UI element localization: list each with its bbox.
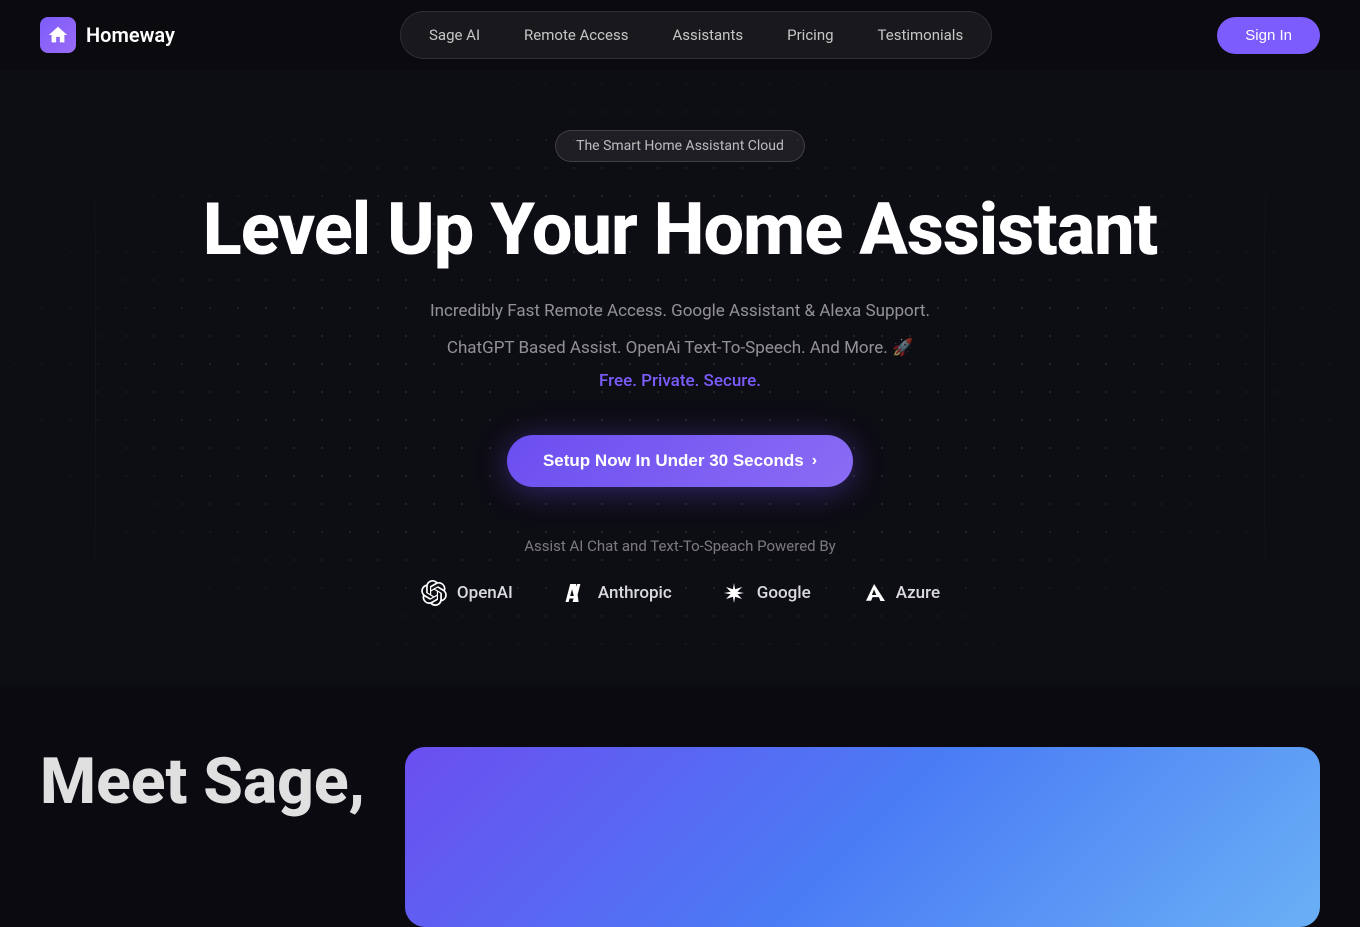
google-partner[interactable]: Google — [720, 579, 811, 607]
hero-badge: The Smart Home Assistant Cloud — [555, 130, 805, 162]
sign-in-button[interactable]: Sign In — [1217, 17, 1320, 54]
logo-icon — [40, 17, 76, 53]
meet-sage-heading: Meet Sage, — [40, 747, 365, 817]
navbar: Homeway Sage AI Remote Access Assistants… — [0, 0, 1360, 70]
arrow-icon: › — [812, 452, 817, 470]
google-label: Google — [757, 583, 811, 603]
hero-content: The Smart Home Assistant Cloud Level Up … — [40, 130, 1320, 607]
setup-now-button[interactable]: Setup Now In Under 30 Seconds › — [507, 435, 853, 487]
nav-remote-access[interactable]: Remote Access — [504, 18, 648, 52]
azure-label: Azure — [896, 583, 940, 603]
openai-partner[interactable]: OpenAI — [420, 579, 513, 607]
nav-sage-ai[interactable]: Sage AI — [409, 18, 500, 52]
logo-text: Homeway — [86, 23, 175, 47]
bottom-section: Meet Sage, — [0, 687, 1360, 927]
nav-testimonials[interactable]: Testimonials — [858, 18, 984, 52]
nav-pricing[interactable]: Pricing — [767, 18, 853, 52]
anthropic-label: Anthropic — [598, 583, 672, 603]
nav-assistants[interactable]: Assistants — [652, 18, 763, 52]
azure-partner[interactable]: Azure — [859, 579, 940, 607]
anthropic-icon — [561, 579, 589, 607]
hero-section: The Smart Home Assistant Cloud Level Up … — [0, 70, 1360, 687]
powered-by-text: Assist AI Chat and Text-To-Speach Powere… — [40, 537, 1320, 555]
sage-preview-card — [405, 747, 1320, 927]
openai-label: OpenAI — [457, 583, 513, 603]
hero-subtitle-2: ChatGPT Based Assist. OpenAi Text-To-Spe… — [40, 334, 1320, 363]
hero-tagline: Free. Private. Secure. — [40, 371, 1320, 391]
ai-partners: OpenAI Anthropic Google — [40, 579, 1320, 607]
openai-icon — [420, 579, 448, 607]
nav-links: Sage AI Remote Access Assistants Pricing… — [400, 11, 992, 59]
azure-icon — [859, 579, 887, 607]
hero-title: Level Up Your Home Assistant — [40, 190, 1320, 269]
google-icon — [720, 579, 748, 607]
hero-subtitle-1: Incredibly Fast Remote Access. Google As… — [40, 297, 1320, 326]
logo-area[interactable]: Homeway — [40, 17, 175, 53]
anthropic-partner[interactable]: Anthropic — [561, 579, 672, 607]
